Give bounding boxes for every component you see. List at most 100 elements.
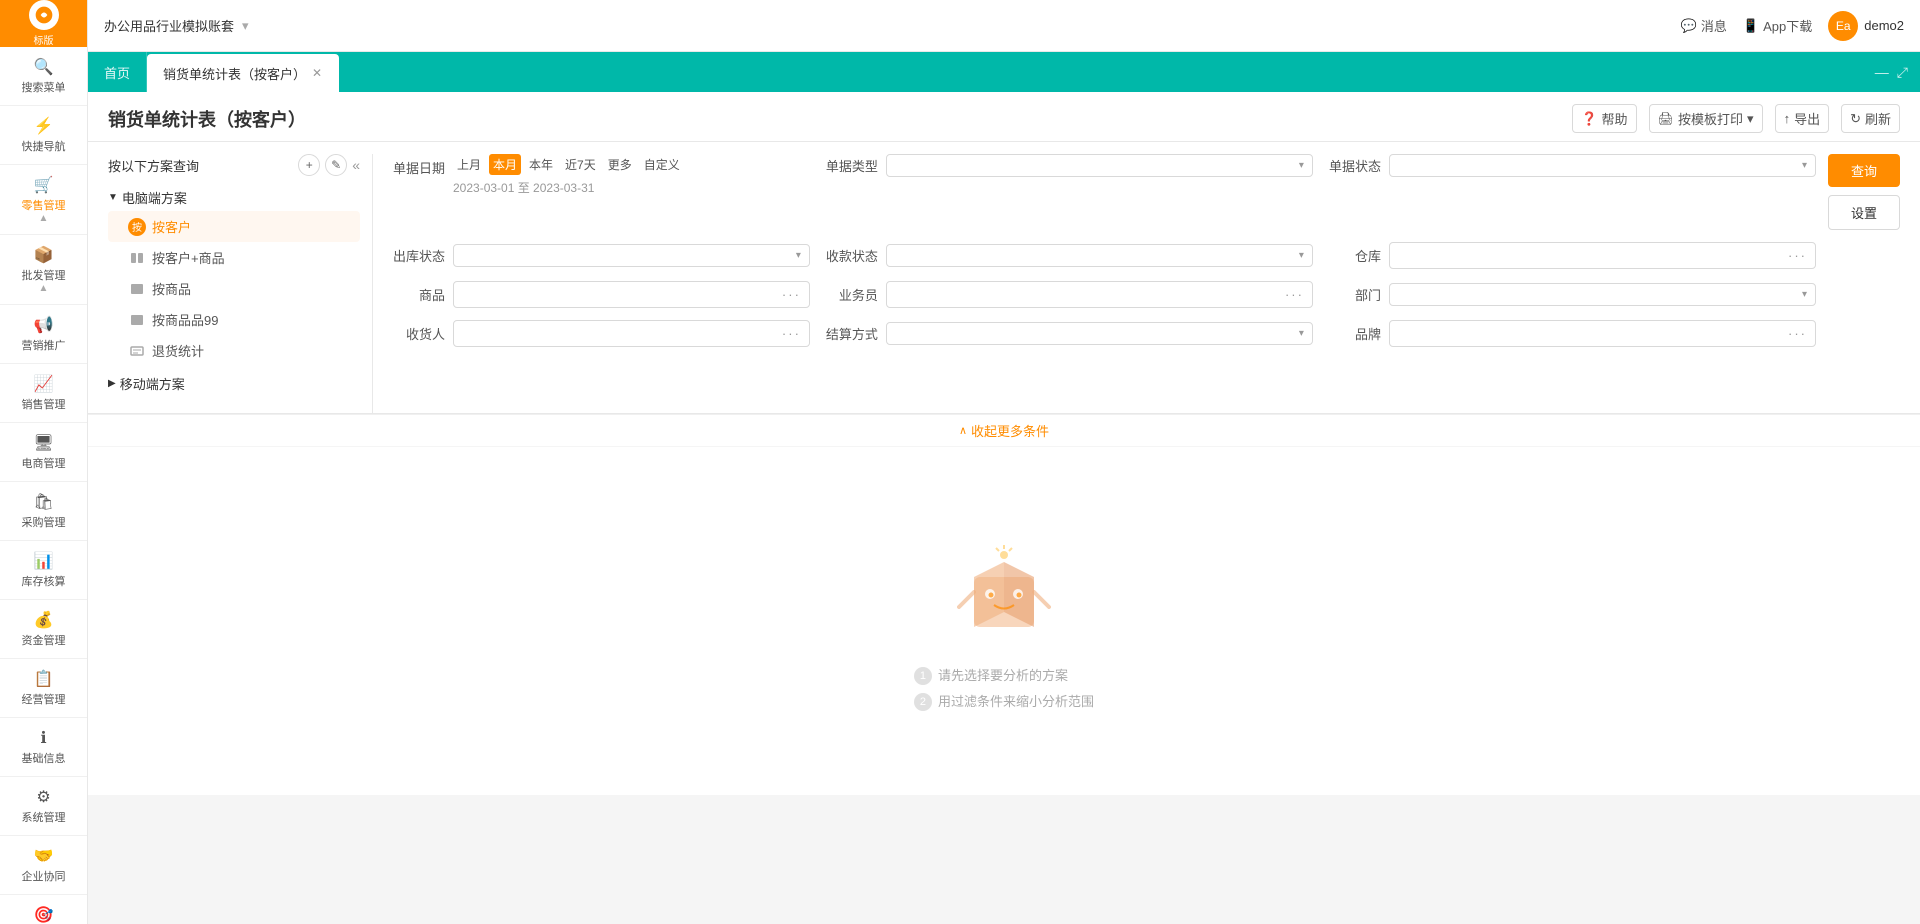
filter-form: 单据日期 上月 本月 本年 近7天 更多 自定义 2023-03-01 至 20…: [373, 154, 1900, 413]
inventory-icon: 📊: [4, 551, 84, 571]
empty-hint-2: 2 用过滤条件来缩小分析范围: [914, 689, 1094, 715]
message-icon: 💬: [1681, 18, 1697, 34]
user-area[interactable]: Ea demo2: [1828, 11, 1904, 41]
scheme-item-label: 按商品: [152, 279, 191, 298]
warehouse-dropdown[interactable]: ···: [1389, 242, 1816, 269]
print-icon: 🖨: [1658, 111, 1675, 127]
date-opt-7days[interactable]: 近7天: [561, 154, 600, 175]
scheme-item-by-customer[interactable]: 按 按客户: [108, 211, 360, 242]
collapse-up-icon: ∧: [959, 424, 967, 437]
scheme-item-by-customer-goods[interactable]: 按客户+商品: [108, 242, 360, 273]
sales-icon: 📈: [4, 374, 84, 394]
goods-icon: [128, 280, 146, 298]
sidebar-item-enterprise[interactable]: 🤝 企业协同: [0, 836, 88, 895]
customer-scheme-icon: 按: [128, 218, 146, 236]
consignee-dropdown[interactable]: ···: [453, 320, 810, 347]
date-opt-more[interactable]: 更多: [604, 154, 636, 175]
minimize-btn[interactable]: —: [1875, 64, 1889, 80]
query-btn[interactable]: 查询: [1828, 154, 1900, 187]
sidebar-item-purchase[interactable]: 🛍 采购管理: [0, 482, 88, 541]
sidebar-item-wholesale[interactable]: 📦 批发管理 ▲: [0, 235, 88, 305]
sidebar-item-quick-nav[interactable]: ⚡ 快捷导航: [0, 106, 88, 165]
date-opt-last-month[interactable]: 上月: [453, 154, 485, 175]
sidebar-item-sales[interactable]: 📈 销售管理: [0, 364, 88, 423]
salesperson-label: 业务员: [822, 285, 878, 304]
scheme-item-by-goods[interactable]: 按商品: [108, 273, 360, 304]
app-download-btn[interactable]: 📱 App下载: [1743, 16, 1812, 35]
empty-hint-1: 1 请先选择要分析的方案: [914, 663, 1094, 689]
new-guide-icon: 🎯: [4, 905, 84, 924]
ecommerce-icon: 🖥: [4, 433, 84, 453]
department-dropdown[interactable]: ▾: [1389, 283, 1816, 306]
settings-btn[interactable]: 设置: [1828, 195, 1900, 230]
salesperson-dropdown[interactable]: ···: [886, 281, 1313, 308]
sidebar-item-finance[interactable]: 💰 资金管理: [0, 600, 88, 659]
goods-label: 商品: [389, 285, 445, 304]
template-print-btn[interactable]: 🖨 按模板打印 ▾: [1649, 104, 1763, 133]
scheme-item-by-goods-99[interactable]: 按商品品99: [108, 304, 360, 335]
tab-label: 销货单统计表（按客户）: [163, 64, 306, 83]
message-label: 消息: [1701, 16, 1727, 35]
tab-sales-stat[interactable]: 销货单统计表（按客户） ✕: [147, 54, 339, 92]
close-icon[interactable]: ✕: [312, 66, 322, 80]
chevron-down-icon: ▼: [108, 192, 118, 203]
sidebar-item-basic-info[interactable]: ℹ 基础信息: [0, 718, 88, 777]
message-btn[interactable]: 💬 消息: [1681, 16, 1727, 35]
scheme-group-header-mobile[interactable]: ▶ 移动端方案: [108, 370, 360, 397]
system-icon: ⚙: [4, 787, 84, 807]
topbar-left: 办公用品行业模拟账套 ▾: [104, 16, 249, 35]
search-icon: 🔍: [4, 57, 84, 77]
date-opt-this-month[interactable]: 本月: [489, 154, 521, 175]
date-opt-custom[interactable]: 自定义: [640, 154, 684, 175]
filter-warehouse-field: 仓库 ···: [1325, 242, 1816, 269]
scheme-item-return-stat[interactable]: 退货统计: [108, 335, 360, 366]
receipt-status-dropdown[interactable]: ▾: [886, 244, 1313, 267]
topbar-dropdown-btn[interactable]: ▾: [242, 18, 249, 34]
date-selector: 上月 本月 本年 近7天 更多 自定义 2023-03-01 至 2023-03…: [453, 154, 810, 196]
sidebar-item-marketing[interactable]: 📢 营销推广: [0, 305, 88, 364]
scheme-add-btn[interactable]: +: [298, 154, 320, 176]
sidebar-item-retail[interactable]: 🛒 零售管理 ▲: [0, 165, 88, 235]
goods-dropdown[interactable]: ···: [453, 281, 810, 308]
filter-settlement-field: 结算方式 ▾: [822, 322, 1313, 345]
sidebar-item-new-guide[interactable]: 🎯 新手引导: [0, 895, 88, 924]
help-btn[interactable]: ❓ 帮助: [1572, 104, 1636, 133]
collapse-bar[interactable]: ∧ 收起更多条件: [88, 414, 1920, 446]
scheme-edit-btn[interactable]: ✎: [325, 154, 347, 176]
tab-home[interactable]: 首页: [88, 52, 147, 92]
sidebar-item-operations[interactable]: 📋 经营管理: [0, 659, 88, 718]
export-btn[interactable]: ↑ 导出: [1775, 104, 1830, 133]
hint-num-2: 2: [914, 693, 932, 711]
maximize-btn[interactable]: ⤢: [1897, 64, 1908, 81]
sidebar-item-inventory[interactable]: 📊 库存核算: [0, 541, 88, 600]
dots-icon: ···: [782, 326, 801, 341]
sidebar-item-search[interactable]: 🔍 搜索菜单: [0, 47, 88, 106]
date-opt-this-year[interactable]: 本年: [525, 154, 557, 175]
department-label: 部门: [1325, 285, 1381, 304]
query-settings-btns: 查询 设置: [1828, 154, 1900, 230]
brand-dropdown[interactable]: ···: [1389, 320, 1816, 347]
filter-area: 按以下方案查询 + ✎ «: [88, 142, 1920, 414]
sidebar-item-ecommerce[interactable]: 🖥 电商管理: [0, 423, 88, 482]
scheme-collapse-btn[interactable]: «: [352, 157, 360, 173]
sidebar-item-label: 快捷导航: [4, 138, 84, 154]
collapse-icon: «: [352, 157, 360, 173]
out-status-dropdown[interactable]: ▾: [453, 244, 810, 267]
chevron-down-icon: ▾: [796, 250, 801, 261]
help-icon: ❓: [1581, 111, 1597, 127]
scheme-group-header-desktop[interactable]: ▼ 电脑端方案: [108, 184, 360, 211]
settlement-dropdown[interactable]: ▾: [886, 322, 1313, 345]
topbar-title: 办公用品行业模拟账套: [104, 16, 234, 35]
order-status-dropdown[interactable]: ▾: [1389, 154, 1816, 177]
sidebar-item-system[interactable]: ⚙ 系统管理: [0, 777, 88, 836]
logo[interactable]: 标版: [0, 0, 88, 47]
refresh-btn[interactable]: ↻ 刷新: [1841, 104, 1900, 133]
order-type-dropdown[interactable]: ▾: [886, 154, 1313, 177]
filter-receipt-status-field: 收款状态 ▾: [822, 244, 1313, 267]
filter-out-status-field: 出库状态 ▾: [389, 244, 810, 267]
settlement-label: 结算方式: [822, 324, 878, 343]
filter-order-status-field: 单据状态 ▾: [1325, 154, 1816, 177]
warehouse-label: 仓库: [1325, 246, 1381, 265]
sidebar-item-label: 搜索菜单: [4, 79, 84, 95]
page-actions: ❓ 帮助 🖨 按模板打印 ▾ ↑ 导出 ↻ 刷新: [1572, 104, 1900, 133]
